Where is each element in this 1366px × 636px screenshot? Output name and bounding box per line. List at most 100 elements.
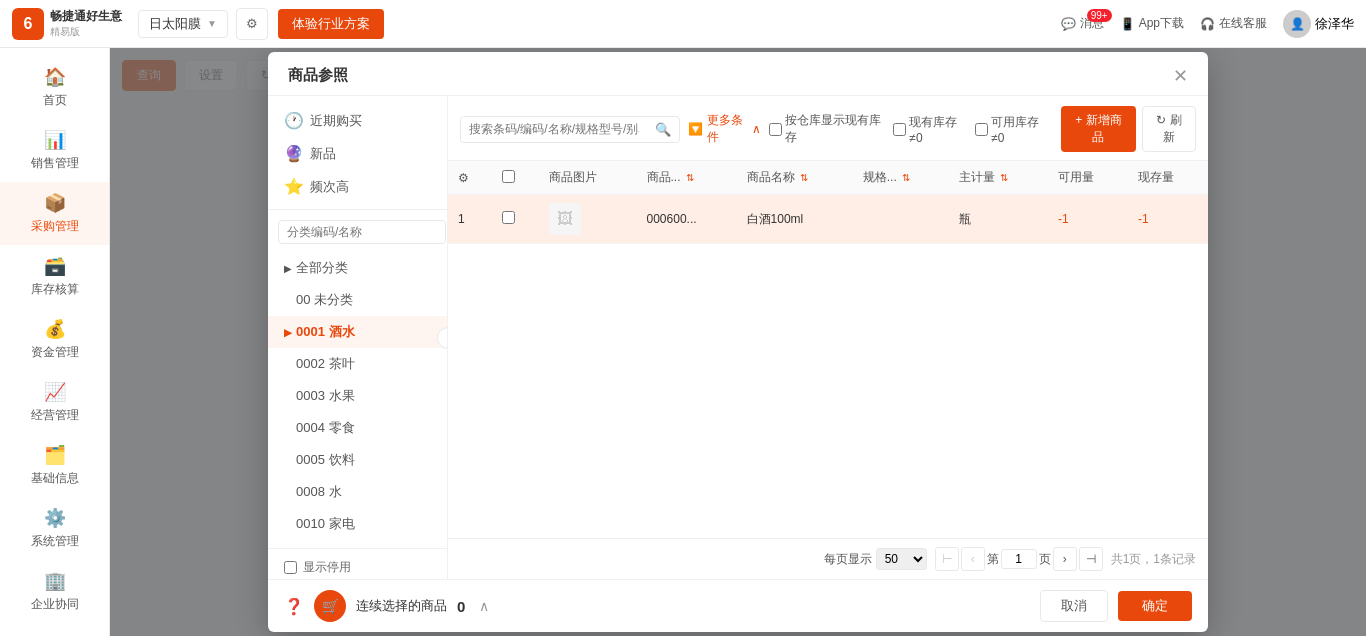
cancel-button[interactable]: 取消 xyxy=(1040,590,1108,622)
logo-icon: 6 xyxy=(12,8,44,40)
checkbox-warehouse-label[interactable]: 按仓库显示现有库存 xyxy=(769,112,881,146)
col-spec[interactable]: 规格... ⇅ xyxy=(853,161,949,195)
col-name[interactable]: 商品名称 ⇅ xyxy=(737,161,853,195)
checkbox-available-label[interactable]: 可用库存≠0 xyxy=(975,114,1045,145)
row-checkbox[interactable] xyxy=(502,211,515,224)
checkbox-existing-label[interactable]: 现有库存≠0 xyxy=(893,114,963,145)
prev-page-button[interactable]: ‹ xyxy=(961,547,985,571)
col-stock[interactable]: 现存量 xyxy=(1128,161,1208,195)
checkbox-warehouse[interactable] xyxy=(769,123,782,136)
cat-expand-0001: ▶ xyxy=(284,327,292,338)
search-icon[interactable]: 🔍 xyxy=(647,117,679,142)
next-page-button[interactable]: › xyxy=(1053,547,1077,571)
quick-label-new: 新品 xyxy=(310,145,336,163)
footer-collapse-button[interactable]: ∧ xyxy=(479,598,489,614)
cart-button[interactable]: 🛒 xyxy=(314,590,346,622)
page-suffix: 页 xyxy=(1039,551,1051,568)
gear-button[interactable]: ⚙ xyxy=(236,8,268,40)
cat-label-0005: 0005 饮料 xyxy=(296,451,355,469)
cat-node-0008[interactable]: 0008 水 xyxy=(268,476,447,508)
cell-spec xyxy=(853,195,949,244)
phone-icon: 📱 xyxy=(1120,17,1135,31)
cat-node-0002[interactable]: 0002 茶叶 xyxy=(268,348,447,380)
confirm-button[interactable]: 确定 xyxy=(1118,591,1192,621)
sidebar-item-enterprise[interactable]: 🏢 企业协同 xyxy=(0,560,109,623)
new-product-button[interactable]: + 新增商品 xyxy=(1061,106,1136,152)
col-settings[interactable]: ⚙ xyxy=(448,161,492,195)
app-download-label: App下载 xyxy=(1139,15,1184,32)
modal-close-button[interactable]: ✕ xyxy=(1173,67,1188,85)
cat-label-all: 全部分类 xyxy=(296,259,348,277)
sidebar-item-operations[interactable]: 📈 经营管理 xyxy=(0,371,109,434)
cat-node-0010[interactable]: 0010 家电 xyxy=(268,508,447,540)
user-area[interactable]: 👤 徐泽华 xyxy=(1283,10,1354,38)
checkbox-existing[interactable] xyxy=(893,123,906,136)
sidebar-label-purchase: 采购管理 xyxy=(31,218,79,235)
quick-label-recent: 近期购买 xyxy=(310,112,362,130)
nav-selector[interactable]: 日太阳膜 ▼ xyxy=(138,10,228,38)
filter-funnel-icon: 🔽 xyxy=(688,122,703,136)
trial-button[interactable]: 体验行业方案 xyxy=(278,9,384,39)
page-input[interactable] xyxy=(1001,549,1037,569)
filter-more-button[interactable]: 🔽 更多条件 ∧ xyxy=(688,112,761,146)
filter-arrow-icon: ∧ xyxy=(752,122,761,136)
sales-icon: 📊 xyxy=(44,129,66,151)
cell-stock: -1 xyxy=(1128,195,1208,244)
sidebar: 🏠 首页 📊 销售管理 📦 采购管理 🗃️ 库存核算 💰 资金管理 📈 经营管理… xyxy=(0,48,110,636)
operations-icon: 📈 xyxy=(44,381,66,403)
topbar: 6 畅捷通好生意 精易版 日太阳膜 ▼ ⚙ 体验行业方案 💬 消息 99+ 📱 … xyxy=(0,0,1366,48)
cat-search-input[interactable] xyxy=(278,220,446,244)
table-row[interactable]: 1 🖼 000600... 白酒100ml 瓶 xyxy=(448,195,1208,244)
basic-icon: 🗂️ xyxy=(44,444,66,466)
select-all-checkbox[interactable] xyxy=(502,170,515,183)
sidebar-item-system[interactable]: ⚙️ 系统管理 xyxy=(0,497,109,560)
quick-item-frequent[interactable]: ⭐ 频次高 xyxy=(268,170,447,203)
sidebar-item-home[interactable]: 🏠 首页 xyxy=(0,56,109,119)
app-download-item[interactable]: 📱 App下载 xyxy=(1120,15,1184,32)
col-available[interactable]: 可用量 xyxy=(1048,161,1128,195)
cat-node-0003[interactable]: 0003 水果 xyxy=(268,380,447,412)
quick-item-recent[interactable]: 🕐 近期购买 xyxy=(268,104,447,137)
cat-node-0004[interactable]: 0004 零食 xyxy=(268,412,447,444)
quick-item-new[interactable]: 🔮 新品 xyxy=(268,137,447,170)
system-icon: ⚙️ xyxy=(44,507,66,529)
sidebar-item-sales[interactable]: 📊 销售管理 xyxy=(0,119,109,182)
col-checkbox[interactable] xyxy=(492,161,539,195)
cat-node-all[interactable]: ▶ 全部分类 xyxy=(268,252,447,284)
cat-node-0005[interactable]: 0005 饮料 xyxy=(268,444,447,476)
sidebar-item-inventory[interactable]: 🗃️ 库存核算 xyxy=(0,245,109,308)
cell-checkbox[interactable] xyxy=(492,195,539,244)
quick-label-frequent: 频次高 xyxy=(310,178,349,196)
sidebar-item-purchase[interactable]: 📦 采购管理 xyxy=(0,182,109,245)
last-page-button[interactable]: ⊣ xyxy=(1079,547,1103,571)
col-unit[interactable]: 主计量 ⇅ xyxy=(949,161,1048,195)
checkbox-available[interactable] xyxy=(975,123,988,136)
cell-code: 000600... xyxy=(637,195,737,244)
footer-selected-label: 连续选择的商品 xyxy=(356,597,447,615)
online-service-item[interactable]: 🎧 在线客服 xyxy=(1200,15,1267,32)
sidebar-label-enterprise: 企业协同 xyxy=(31,596,79,613)
modal-footer: ❓ 🛒 连续选择的商品 0 ∧ 取消 确定 xyxy=(268,579,1208,632)
first-page-button[interactable]: ⊢ xyxy=(935,547,959,571)
product-search-input[interactable] xyxy=(461,117,647,141)
sidebar-item-guide[interactable]: 📖 新手引导 xyxy=(0,623,109,636)
cat-node-0001[interactable]: ▶ 0001 酒水 xyxy=(268,316,447,348)
col-code[interactable]: 商品... ⇅ xyxy=(637,161,737,195)
show-disabled-label[interactable]: 显示停用 xyxy=(303,559,351,576)
cell-no: 1 xyxy=(448,195,492,244)
help-icon[interactable]: ❓ xyxy=(284,597,304,616)
show-disabled-checkbox[interactable] xyxy=(284,561,297,574)
refresh-button[interactable]: ↻ 刷新 xyxy=(1142,106,1196,152)
recent-icon: 🕐 xyxy=(284,111,304,130)
category-panel: 🕐 近期购买 🔮 新品 ⭐ 频次高 xyxy=(268,96,448,579)
per-page-dropdown[interactable]: 50 10 20 100 xyxy=(876,548,927,570)
sidebar-label-sales: 销售管理 xyxy=(31,155,79,172)
online-service-label: 在线客服 xyxy=(1219,15,1267,32)
messages-item[interactable]: 💬 消息 99+ xyxy=(1061,15,1104,32)
sidebar-item-finance[interactable]: 💰 资金管理 xyxy=(0,308,109,371)
modal-header: 商品参照 ✕ xyxy=(268,52,1208,96)
cat-node-00[interactable]: 00 未分类 xyxy=(268,284,447,316)
sidebar-item-basic[interactable]: 🗂️ 基础信息 xyxy=(0,434,109,497)
right-panel: 🔍 🔽 更多条件 ∧ 按仓库显示现有库存 xyxy=(448,96,1208,579)
filter-more-label: 更多条件 xyxy=(707,112,748,146)
